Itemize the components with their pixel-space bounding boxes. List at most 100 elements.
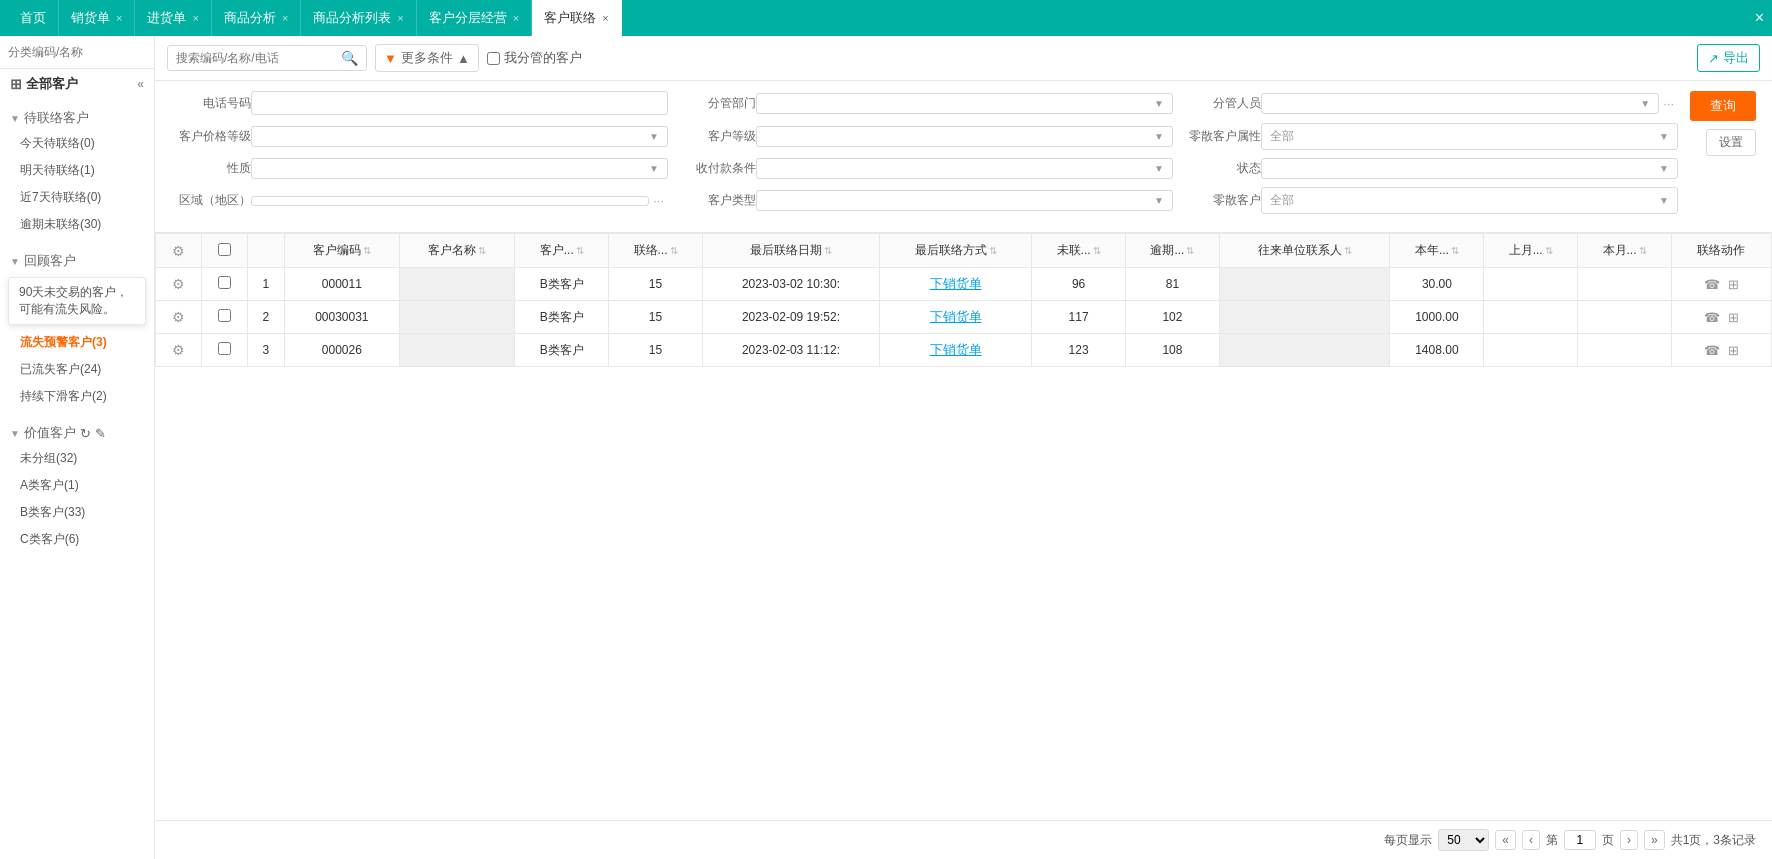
- sidebar-item-tomorrow[interactable]: 明天待联络(1): [0, 157, 154, 184]
- close-tab-customer-contact[interactable]: ×: [602, 12, 608, 24]
- gear-column-header[interactable]: ⚙: [156, 234, 202, 268]
- name-column-header[interactable]: 客户名称⇅: [400, 234, 515, 268]
- more-dots[interactable]: ···: [1659, 96, 1678, 111]
- sidebar-item-class-a[interactable]: A类客户(1): [0, 472, 154, 499]
- sidebar-all-customers[interactable]: ⊞ 全部客户 «: [0, 69, 154, 99]
- sidebar-item-overdue[interactable]: 逾期未联络(30): [0, 211, 154, 238]
- window-close-button[interactable]: ×: [1755, 9, 1764, 27]
- filter-nature: 性质 ▼: [171, 158, 668, 179]
- tab-customer-tier[interactable]: 客户分层经营 ×: [417, 0, 532, 36]
- sidebar-group-pending-label[interactable]: ▼ 待联络客户: [0, 103, 154, 130]
- overdue-column-header[interactable]: 逾期...⇅: [1125, 234, 1219, 268]
- customer-level-select[interactable]: ▼: [756, 126, 1173, 147]
- filter-panel: 电话号码 分管部门 ▼ 分管人员: [155, 81, 1772, 233]
- tab-sales-order[interactable]: 销货单 ×: [59, 0, 135, 36]
- person-select[interactable]: ▼: [1261, 93, 1659, 114]
- row-contacts: [1219, 301, 1390, 334]
- region-select[interactable]: [251, 196, 649, 206]
- this-year-column-header[interactable]: 本年...⇅: [1390, 234, 1484, 268]
- contact-column-header[interactable]: 联络...⇅: [609, 234, 703, 268]
- row-last-contact-method[interactable]: 下销货单: [879, 301, 1031, 334]
- last-contact-method-column-header[interactable]: 最后联络方式⇅: [879, 234, 1031, 268]
- more-conditions-button[interactable]: ▼ 更多条件 ▲: [375, 44, 479, 72]
- not-contacted-column-header[interactable]: 未联...⇅: [1032, 234, 1126, 268]
- row-select-checkbox[interactable]: [218, 276, 231, 289]
- tab-purchase-order[interactable]: 进货单 ×: [135, 0, 211, 36]
- sidebar-item-churned[interactable]: 已流失客户(24): [0, 356, 154, 383]
- sidebar-item-today[interactable]: 今天待联络(0): [0, 130, 154, 157]
- retail-select[interactable]: 全部 ▼: [1261, 187, 1678, 214]
- my-customers-checkbox[interactable]: [487, 52, 500, 65]
- row-select-checkbox[interactable]: [218, 342, 231, 355]
- close-tab-customer-tier[interactable]: ×: [513, 12, 519, 24]
- last-contact-date-column-header[interactable]: 最后联络日期⇅: [702, 234, 879, 268]
- sidebar-item-7days[interactable]: 近7天待联络(0): [0, 184, 154, 211]
- tab-home[interactable]: 首页: [8, 0, 59, 36]
- nature-select[interactable]: ▼: [251, 158, 668, 179]
- sidebar-search-input[interactable]: [8, 45, 155, 59]
- query-button[interactable]: 查询: [1690, 91, 1756, 121]
- row-last-contact-method[interactable]: 下销货单: [879, 268, 1031, 301]
- status-select[interactable]: ▼: [1261, 158, 1678, 179]
- arrow-icon: ▼: [10, 428, 20, 439]
- grid-action-icon[interactable]: ⊞: [1728, 310, 1739, 325]
- close-tab-product-list[interactable]: ×: [397, 12, 403, 24]
- row-last-contact-method[interactable]: 下销货单: [879, 334, 1031, 367]
- grid-action-icon[interactable]: ⊞: [1728, 277, 1739, 292]
- page-number-input[interactable]: [1564, 830, 1596, 850]
- customer-type-select[interactable]: ▼: [756, 190, 1173, 211]
- search-input[interactable]: [176, 51, 341, 65]
- contacts-column-header[interactable]: 往来单位联系人⇅: [1219, 234, 1390, 268]
- row-gear[interactable]: ⚙: [156, 268, 202, 301]
- more-dots[interactable]: ···: [649, 193, 668, 208]
- row-type: B类客户: [515, 301, 609, 334]
- last-page-button[interactable]: »: [1644, 830, 1665, 850]
- phone-action-icon[interactable]: ☎: [1704, 277, 1720, 292]
- sidebar-group-value-label[interactable]: ▼ 价值客户 ↻ ✎: [0, 418, 154, 445]
- filter-retail-attr: 零散客户属性 全部 ▼: [1181, 123, 1678, 150]
- price-level-select[interactable]: ▼: [251, 126, 668, 147]
- setting-button[interactable]: 设置: [1706, 129, 1756, 156]
- arrow-icon: ▼: [10, 113, 20, 124]
- my-customers-checkbox-label[interactable]: 我分管的客户: [487, 49, 582, 67]
- row-type: B类客户: [515, 334, 609, 367]
- row-gear[interactable]: ⚙: [156, 334, 202, 367]
- prev-page-button[interactable]: ‹: [1522, 830, 1540, 850]
- dept-select[interactable]: ▼: [756, 93, 1173, 114]
- grid-action-icon[interactable]: ⊞: [1728, 343, 1739, 358]
- sidebar-item-class-b[interactable]: B类客户(33): [0, 499, 154, 526]
- select-all-checkbox[interactable]: [218, 243, 231, 256]
- sidebar-item-declining[interactable]: 持续下滑客户(2): [0, 383, 154, 410]
- refresh-icon[interactable]: ↻: [80, 426, 91, 441]
- first-page-button[interactable]: «: [1495, 830, 1516, 850]
- sidebar-item-class-c[interactable]: C类客户(6): [0, 526, 154, 553]
- phone-action-icon[interactable]: ☎: [1704, 310, 1720, 325]
- next-page-button[interactable]: ›: [1620, 830, 1638, 850]
- tab-product-analysis[interactable]: 商品分析 ×: [212, 0, 301, 36]
- phone-input[interactable]: [251, 91, 668, 115]
- last-month-column-header[interactable]: 上月...⇅: [1484, 234, 1578, 268]
- sidebar-group-review-label[interactable]: ▼ 回顾客户: [0, 246, 154, 273]
- phone-action-icon[interactable]: ☎: [1704, 343, 1720, 358]
- close-tab-sales-order[interactable]: ×: [116, 12, 122, 24]
- retail-attr-select[interactable]: 全部 ▼: [1261, 123, 1678, 150]
- sidebar-collapse-button[interactable]: «: [137, 77, 144, 91]
- export-button[interactable]: ↗ 导出: [1697, 44, 1760, 72]
- edit-icon[interactable]: ✎: [95, 426, 106, 441]
- tab-product-analysis-list[interactable]: 商品分析列表 ×: [301, 0, 416, 36]
- tab-customer-contact[interactable]: 客户联络 ×: [532, 0, 621, 36]
- payment-select[interactable]: ▼: [756, 158, 1173, 179]
- type-column-header[interactable]: 客户...⇅: [515, 234, 609, 268]
- row-this-month: [1578, 268, 1672, 301]
- row-gear[interactable]: ⚙: [156, 301, 202, 334]
- search-icon[interactable]: 🔍: [341, 50, 358, 66]
- sidebar-item-ungroup[interactable]: 未分组(32): [0, 445, 154, 472]
- this-month-column-header[interactable]: 本月...⇅: [1578, 234, 1672, 268]
- row-select-checkbox[interactable]: [218, 309, 231, 322]
- sidebar-item-churn-warning[interactable]: 流失预警客户(3): [0, 329, 154, 356]
- row-name: [400, 334, 515, 367]
- page-size-select[interactable]: 50 100 200: [1438, 829, 1489, 851]
- close-tab-product-analysis[interactable]: ×: [282, 12, 288, 24]
- close-tab-purchase-order[interactable]: ×: [192, 12, 198, 24]
- code-column-header[interactable]: 客户编码⇅: [284, 234, 399, 268]
